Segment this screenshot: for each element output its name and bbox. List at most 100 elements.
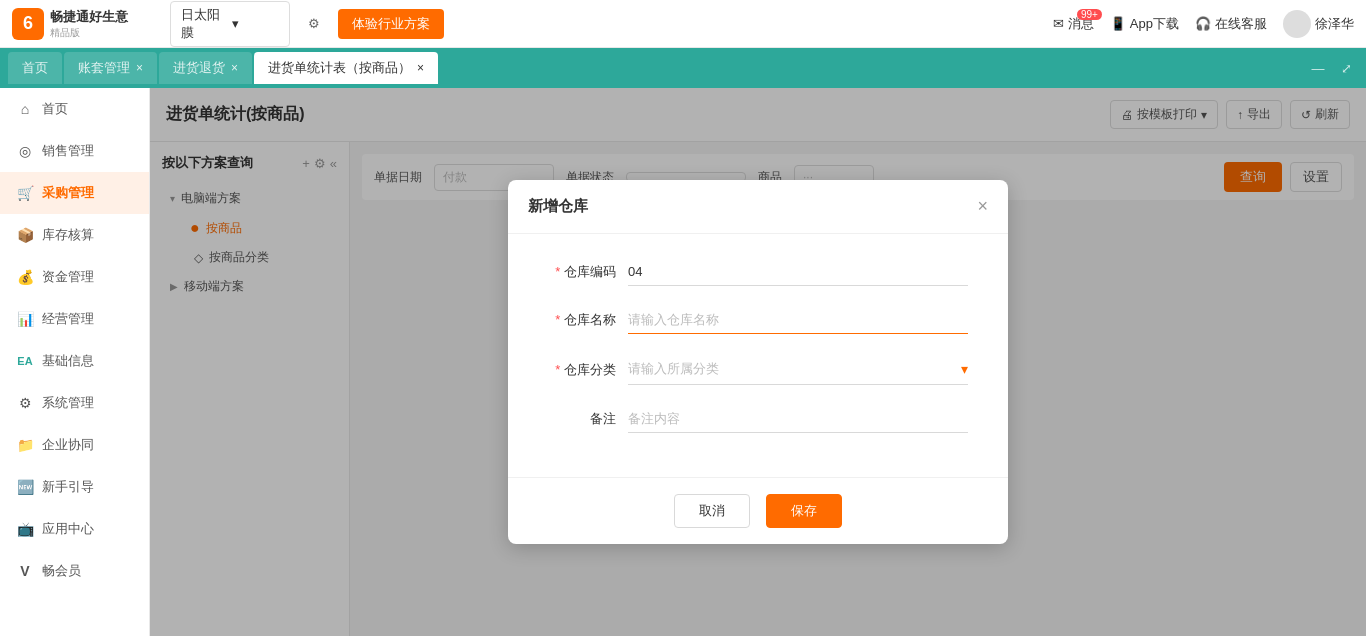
dialog-close-icon[interactable]: × [977, 196, 988, 217]
tab-purchase-return-close[interactable]: × [231, 61, 238, 75]
online-service-label: 在线客服 [1215, 15, 1267, 33]
purchase-icon: 🛒 [16, 184, 34, 202]
sidebar-item-apps-label: 应用中心 [42, 520, 94, 538]
tab-purchase-stats-close[interactable]: × [417, 61, 424, 75]
name-input[interactable] [628, 306, 968, 334]
dialog: 新增仓库 × 仓库编码 仓库名称 仓库 [508, 180, 1008, 544]
sidebar-item-guide-label: 新手引导 [42, 478, 94, 496]
finance-icon: 💰 [16, 268, 34, 286]
main-content: 进货单统计(按商品) 🖨 按模板打印 ▾ ↑ 导出 ↺ 刷新 [150, 88, 1366, 636]
form-row-name: 仓库名称 [548, 306, 968, 334]
sidebar-item-home[interactable]: ⌂ 首页 [0, 88, 149, 130]
tab-expand-icon[interactable]: ⤢ [1334, 56, 1358, 80]
headset-icon: 🎧 [1195, 16, 1211, 31]
name-label: 仓库名称 [548, 311, 628, 329]
tab-actions: — ⤢ [1306, 56, 1358, 80]
dialog-title: 新增仓库 [528, 197, 588, 216]
topbar-right: ✉ 消息 99+ 📱 App下载 🎧 在线客服 徐泽华 [1053, 10, 1354, 38]
sidebar-item-finance-label: 资金管理 [42, 268, 94, 286]
sidebar-item-basic[interactable]: EA 基础信息 [0, 340, 149, 382]
tab-account[interactable]: 账套管理 × [64, 52, 157, 84]
tab-home-label: 首页 [22, 59, 48, 77]
settings-icon[interactable]: ⚙ [298, 8, 330, 40]
logo-subtitle: 精品版 [50, 26, 128, 40]
logo-area: 6 畅捷通好生意 精品版 [12, 8, 162, 40]
dialog-body: 仓库编码 仓库名称 仓库分类 请输入所属分类 ▾ [508, 234, 1008, 477]
apps-icon: 📺 [16, 520, 34, 538]
guide-icon: 🆕 [16, 478, 34, 496]
tab-purchase-stats-label: 进货单统计表（按商品） [268, 59, 411, 77]
username: 徐泽华 [1315, 15, 1354, 33]
avatar [1283, 10, 1311, 38]
trial-button[interactable]: 体验行业方案 [338, 9, 444, 39]
sidebar-item-home-label: 首页 [42, 100, 68, 118]
form-row-remark: 备注 [548, 405, 968, 433]
sidebar-item-operations[interactable]: 📊 经营管理 [0, 298, 149, 340]
system-icon: ⚙ [16, 394, 34, 412]
dialog-header: 新增仓库 × [508, 180, 1008, 234]
messages-button[interactable]: ✉ 消息 99+ [1053, 15, 1094, 33]
sidebar-item-sales-label: 销售管理 [42, 142, 94, 160]
tab-purchase-return[interactable]: 进货退货 × [159, 52, 252, 84]
member-icon: V [16, 562, 34, 580]
sidebar-item-purchase-label: 采购管理 [42, 184, 94, 202]
code-label: 仓库编码 [548, 263, 628, 281]
remark-input[interactable] [628, 405, 968, 433]
sidebar-item-operations-label: 经营管理 [42, 310, 94, 328]
save-button[interactable]: 保存 [766, 494, 842, 528]
cancel-button[interactable]: 取消 [674, 494, 750, 528]
app-download-button[interactable]: 📱 App下载 [1110, 15, 1179, 33]
sidebar-item-system-label: 系统管理 [42, 394, 94, 412]
form-row-code: 仓库编码 [548, 258, 968, 286]
tab-purchase-stats[interactable]: 进货单统计表（按商品） × [254, 52, 438, 84]
category-select[interactable]: 请输入所属分类 ▾ [628, 354, 968, 385]
overlay: 新增仓库 × 仓库编码 仓库名称 仓库 [150, 88, 1366, 636]
store-name: 日太阳膜 [181, 6, 228, 42]
sidebar: ⌂ 首页 ◎ 销售管理 🛒 采购管理 📦 库存核算 💰 资金管理 📊 经营管理 … [0, 88, 150, 636]
sidebar-item-sales[interactable]: ◎ 销售管理 [0, 130, 149, 172]
layout: ⌂ 首页 ◎ 销售管理 🛒 采购管理 📦 库存核算 💰 资金管理 📊 经营管理 … [0, 88, 1366, 636]
store-selector[interactable]: 日太阳膜 ▾ [170, 1, 290, 47]
inventory-icon: 📦 [16, 226, 34, 244]
tab-minimize-icon[interactable]: — [1306, 56, 1330, 80]
form-row-category: 仓库分类 请输入所属分类 ▾ [548, 354, 968, 385]
logo-title: 畅捷通好生意 [50, 8, 128, 26]
sidebar-item-apps[interactable]: 📺 应用中心 [0, 508, 149, 550]
sidebar-item-finance[interactable]: 💰 资金管理 [0, 256, 149, 298]
tab-account-close[interactable]: × [136, 61, 143, 75]
code-input[interactable] [628, 258, 968, 286]
remark-label: 备注 [548, 410, 628, 428]
sidebar-item-member-label: 畅会员 [42, 562, 81, 580]
sidebar-item-enterprise-label: 企业协同 [42, 436, 94, 454]
dropdown-arrow-icon: ▾ [232, 16, 279, 31]
topbar: 6 畅捷通好生意 精品版 日太阳膜 ▾ ⚙ 体验行业方案 ✉ 消息 99+ 📱 … [0, 0, 1366, 48]
enterprise-icon: 📁 [16, 436, 34, 454]
online-service-button[interactable]: 🎧 在线客服 [1195, 15, 1267, 33]
basic-info-icon: EA [16, 352, 34, 370]
sidebar-item-inventory-label: 库存核算 [42, 226, 94, 244]
phone-icon: 📱 [1110, 16, 1126, 31]
tab-account-label: 账套管理 [78, 59, 130, 77]
sidebar-item-system[interactable]: ⚙ 系统管理 [0, 382, 149, 424]
category-dropdown-icon: ▾ [961, 361, 968, 377]
sidebar-item-purchase[interactable]: 🛒 采购管理 [0, 172, 149, 214]
tab-home[interactable]: 首页 [8, 52, 62, 84]
sidebar-item-inventory[interactable]: 📦 库存核算 [0, 214, 149, 256]
category-label: 仓库分类 [548, 361, 628, 379]
sales-icon: ◎ [16, 142, 34, 160]
tab-purchase-return-label: 进货退货 [173, 59, 225, 77]
home-icon: ⌂ [16, 100, 34, 118]
sidebar-item-member[interactable]: V 畅会员 [0, 550, 149, 592]
dialog-footer: 取消 保存 [508, 477, 1008, 544]
sidebar-item-enterprise[interactable]: 📁 企业协同 [0, 424, 149, 466]
message-badge: 99+ [1077, 9, 1102, 20]
sidebar-item-guide[interactable]: 🆕 新手引导 [0, 466, 149, 508]
user-profile[interactable]: 徐泽华 [1283, 10, 1354, 38]
operations-icon: 📊 [16, 310, 34, 328]
logo-text: 畅捷通好生意 精品版 [50, 8, 128, 40]
tabbar: 首页 账套管理 × 进货退货 × 进货单统计表（按商品） × — ⤢ [0, 48, 1366, 88]
app-download-label: App下载 [1130, 15, 1179, 33]
message-icon: ✉ [1053, 16, 1064, 31]
category-select-text: 请输入所属分类 [628, 360, 961, 378]
logo-icon: 6 [12, 8, 44, 40]
